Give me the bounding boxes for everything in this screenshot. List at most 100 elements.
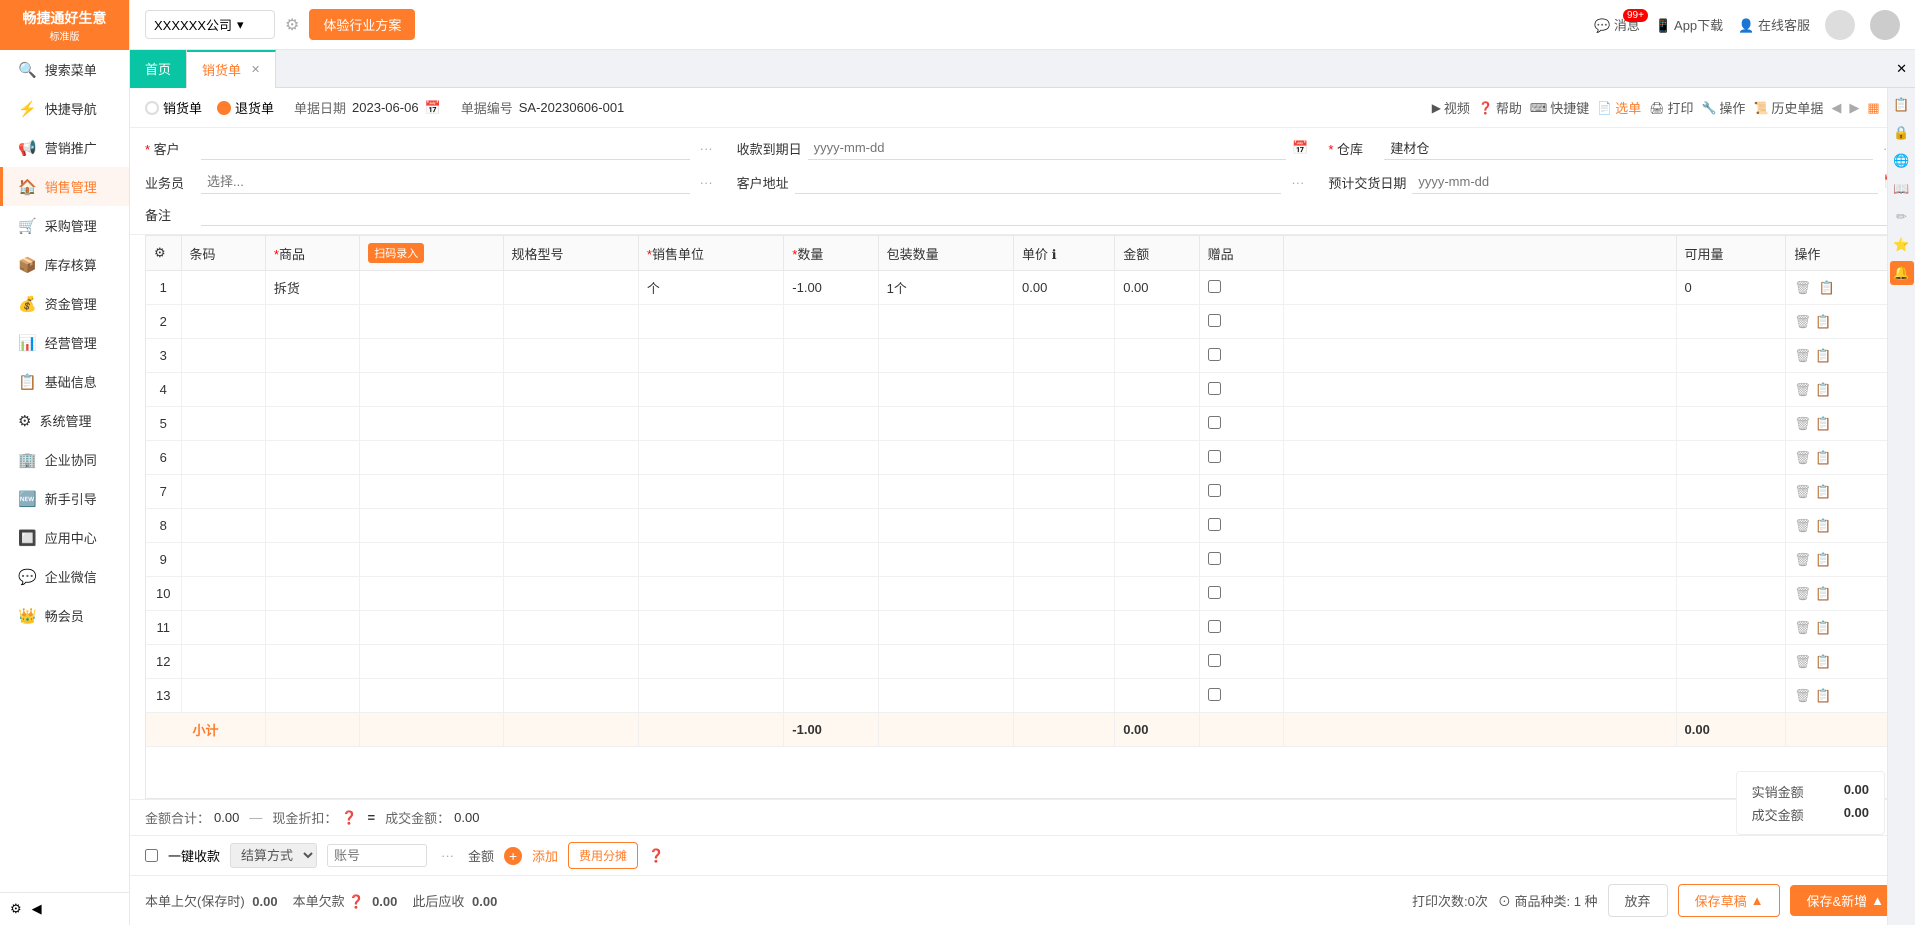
tab-home[interactable]: 首页 bbox=[130, 50, 187, 88]
copy-icon[interactable]: 📋 bbox=[1815, 518, 1831, 533]
customer-addr-dots[interactable]: ··· bbox=[1287, 173, 1308, 192]
copy-icon[interactable]: 📋 bbox=[1819, 280, 1835, 295]
app-download-btn[interactable]: 📱 App下载 bbox=[1655, 15, 1723, 34]
right-icon-1[interactable]: 📋 bbox=[1890, 93, 1914, 117]
copy-icon[interactable]: 📋 bbox=[1815, 586, 1831, 601]
gift-checkbox[interactable] bbox=[1208, 348, 1221, 361]
save-new-btn[interactable]: 保存&新增 ▲ bbox=[1790, 885, 1900, 916]
copy-icon[interactable]: 📋 bbox=[1815, 348, 1831, 363]
video-btn[interactable]: ▶ 视频 bbox=[1432, 98, 1470, 117]
salesperson-input[interactable] bbox=[201, 170, 690, 194]
gift-checkbox[interactable] bbox=[1208, 552, 1221, 565]
radio-return[interactable]: 退货单 bbox=[217, 98, 274, 117]
calendar-icon[interactable]: 📅 bbox=[425, 100, 441, 116]
radio-sale[interactable]: 销货单 bbox=[145, 98, 202, 117]
message-btn[interactable]: 💬 消息 99+ bbox=[1594, 15, 1640, 34]
delete-icon[interactable]: 🗑 bbox=[1794, 518, 1811, 533]
discard-btn[interactable]: 放弃 bbox=[1608, 884, 1668, 917]
receive-date-input[interactable] bbox=[808, 136, 1286, 160]
row-qty[interactable]: -1.00 bbox=[784, 271, 878, 305]
close-all-btn[interactable]: ✕ bbox=[1896, 61, 1907, 77]
sidebar-item-search[interactable]: 🔍 搜索菜单 bbox=[0, 50, 129, 89]
delete-icon[interactable]: 🗑 bbox=[1794, 620, 1811, 635]
online-service-btn[interactable]: 👤 在线客服 bbox=[1738, 15, 1810, 34]
expected-date-input[interactable] bbox=[1412, 170, 1877, 194]
row-pkg-qty[interactable]: 1个 bbox=[878, 271, 1013, 305]
gift-checkbox[interactable] bbox=[1208, 586, 1221, 599]
sidebar-item-vip[interactable]: 👑 畅会员 bbox=[0, 596, 129, 635]
sidebar-item-inventory[interactable]: 📦 库存核算 bbox=[0, 245, 129, 284]
gift-checkbox[interactable] bbox=[1208, 382, 1221, 395]
delete-icon[interactable]: 🗑 bbox=[1794, 382, 1811, 397]
customer-addr-input[interactable] bbox=[795, 170, 1282, 194]
prev-icon[interactable]: ◀ bbox=[1831, 100, 1841, 116]
row-unit[interactable]: 个 bbox=[638, 271, 783, 305]
sidebar-item-wechat[interactable]: 💬 企业微信 bbox=[0, 557, 129, 596]
receive-cal-icon[interactable]: 📅 bbox=[1292, 140, 1308, 156]
row-goods[interactable]: 拆货 bbox=[265, 271, 359, 305]
sidebar-item-enterprise[interactable]: 🏢 企业协同 bbox=[0, 440, 129, 479]
row-barcode[interactable] bbox=[181, 271, 265, 305]
gift-checkbox[interactable] bbox=[1208, 314, 1221, 327]
sidebar-item-basic[interactable]: 📋 基础信息 bbox=[0, 362, 129, 401]
warehouse-input[interactable] bbox=[1384, 136, 1873, 160]
gift-checkbox[interactable] bbox=[1208, 484, 1221, 497]
gift-checkbox[interactable] bbox=[1208, 280, 1221, 293]
customer-input[interactable] bbox=[201, 136, 690, 160]
gift-checkbox[interactable] bbox=[1208, 654, 1221, 667]
copy-icon[interactable]: 📋 bbox=[1815, 484, 1831, 499]
debit-help[interactable]: ❓ bbox=[348, 894, 364, 909]
row-amount[interactable]: 0.00 bbox=[1115, 271, 1199, 305]
gift-checkbox[interactable] bbox=[1208, 620, 1221, 633]
tab-sale-close[interactable]: ✕ bbox=[251, 63, 260, 76]
delete-icon[interactable]: 🗑 bbox=[1794, 450, 1811, 465]
copy-icon[interactable]: 📋 bbox=[1815, 654, 1831, 669]
delete-icon[interactable]: 🗑 bbox=[1794, 348, 1811, 363]
scan-btn[interactable]: 扫码录入 bbox=[368, 243, 424, 263]
delete-icon[interactable]: 🗑 bbox=[1794, 688, 1811, 703]
sidebar-item-marketing[interactable]: 📢 营销推广 bbox=[0, 128, 129, 167]
history-btn[interactable]: 📜 历史单据 bbox=[1753, 98, 1823, 117]
right-icon-6[interactable]: ⭐ bbox=[1890, 233, 1914, 257]
avatar[interactable] bbox=[1825, 10, 1855, 40]
fee-help-icon[interactable]: ❓ bbox=[648, 848, 664, 864]
sidebar-item-system[interactable]: ⚙ 系统管理 bbox=[0, 401, 129, 440]
row-spec[interactable] bbox=[503, 271, 638, 305]
delete-icon[interactable]: 🗑 bbox=[1794, 552, 1811, 567]
right-icon-3[interactable]: 🌐 bbox=[1890, 149, 1914, 173]
delete-icon[interactable]: 🗑 bbox=[1794, 314, 1811, 329]
account-input[interactable] bbox=[327, 844, 427, 867]
gift-checkbox[interactable] bbox=[1208, 450, 1221, 463]
delete-icon[interactable]: 🗑 bbox=[1794, 654, 1811, 669]
goods-type[interactable]: ⊙ 商品种类: 1 种 bbox=[1498, 891, 1598, 910]
company-selector[interactable]: XXXXXX公司 ▾ bbox=[145, 10, 275, 39]
copy-icon[interactable]: 📋 bbox=[1815, 416, 1831, 431]
delete-icon[interactable]: 🗑 bbox=[1794, 280, 1811, 295]
trial-btn[interactable]: 体验行业方案 bbox=[309, 9, 415, 40]
fee-btn[interactable]: 费用分摊 bbox=[568, 842, 638, 869]
help-btn[interactable]: ❓ 帮助 bbox=[1478, 98, 1522, 117]
discount-help[interactable]: ❓ bbox=[341, 810, 357, 826]
gift-checkbox[interactable] bbox=[1208, 688, 1221, 701]
right-icon-4[interactable]: 📖 bbox=[1890, 177, 1914, 201]
right-icon-7[interactable]: 🔔 bbox=[1890, 261, 1914, 285]
gear-icon[interactable]: ⚙ bbox=[285, 15, 299, 35]
account-dots[interactable]: ··· bbox=[437, 846, 458, 865]
sidebar-item-guide[interactable]: 🆕 新手引导 bbox=[0, 479, 129, 518]
print-btn[interactable]: 🖨 打印 bbox=[1649, 98, 1693, 117]
copy-icon[interactable]: 📋 bbox=[1815, 382, 1831, 397]
date-value[interactable]: 2023-06-06 bbox=[352, 100, 419, 115]
gift-checkbox[interactable] bbox=[1208, 416, 1221, 429]
sidebar-item-finance[interactable]: 💰 资金管理 bbox=[0, 284, 129, 323]
sidebar-item-purchase[interactable]: 🛒 采购管理 bbox=[0, 206, 129, 245]
copy-icon[interactable]: 📋 bbox=[1815, 552, 1831, 567]
one-click-payment-checkbox[interactable] bbox=[145, 849, 158, 862]
delete-icon[interactable]: 🗑 bbox=[1794, 484, 1811, 499]
sidebar-item-operation[interactable]: 📊 经营管理 bbox=[0, 323, 129, 362]
copy-icon[interactable]: 📋 bbox=[1815, 620, 1831, 635]
copy-icon[interactable]: 📋 bbox=[1815, 688, 1831, 703]
row-gift[interactable] bbox=[1199, 271, 1283, 305]
settlement-select[interactable]: 结算方式 bbox=[230, 843, 317, 868]
salesperson-dots[interactable]: ··· bbox=[696, 173, 717, 192]
sidebar-item-quicknav[interactable]: ⚡ 快捷导航 bbox=[0, 89, 129, 128]
